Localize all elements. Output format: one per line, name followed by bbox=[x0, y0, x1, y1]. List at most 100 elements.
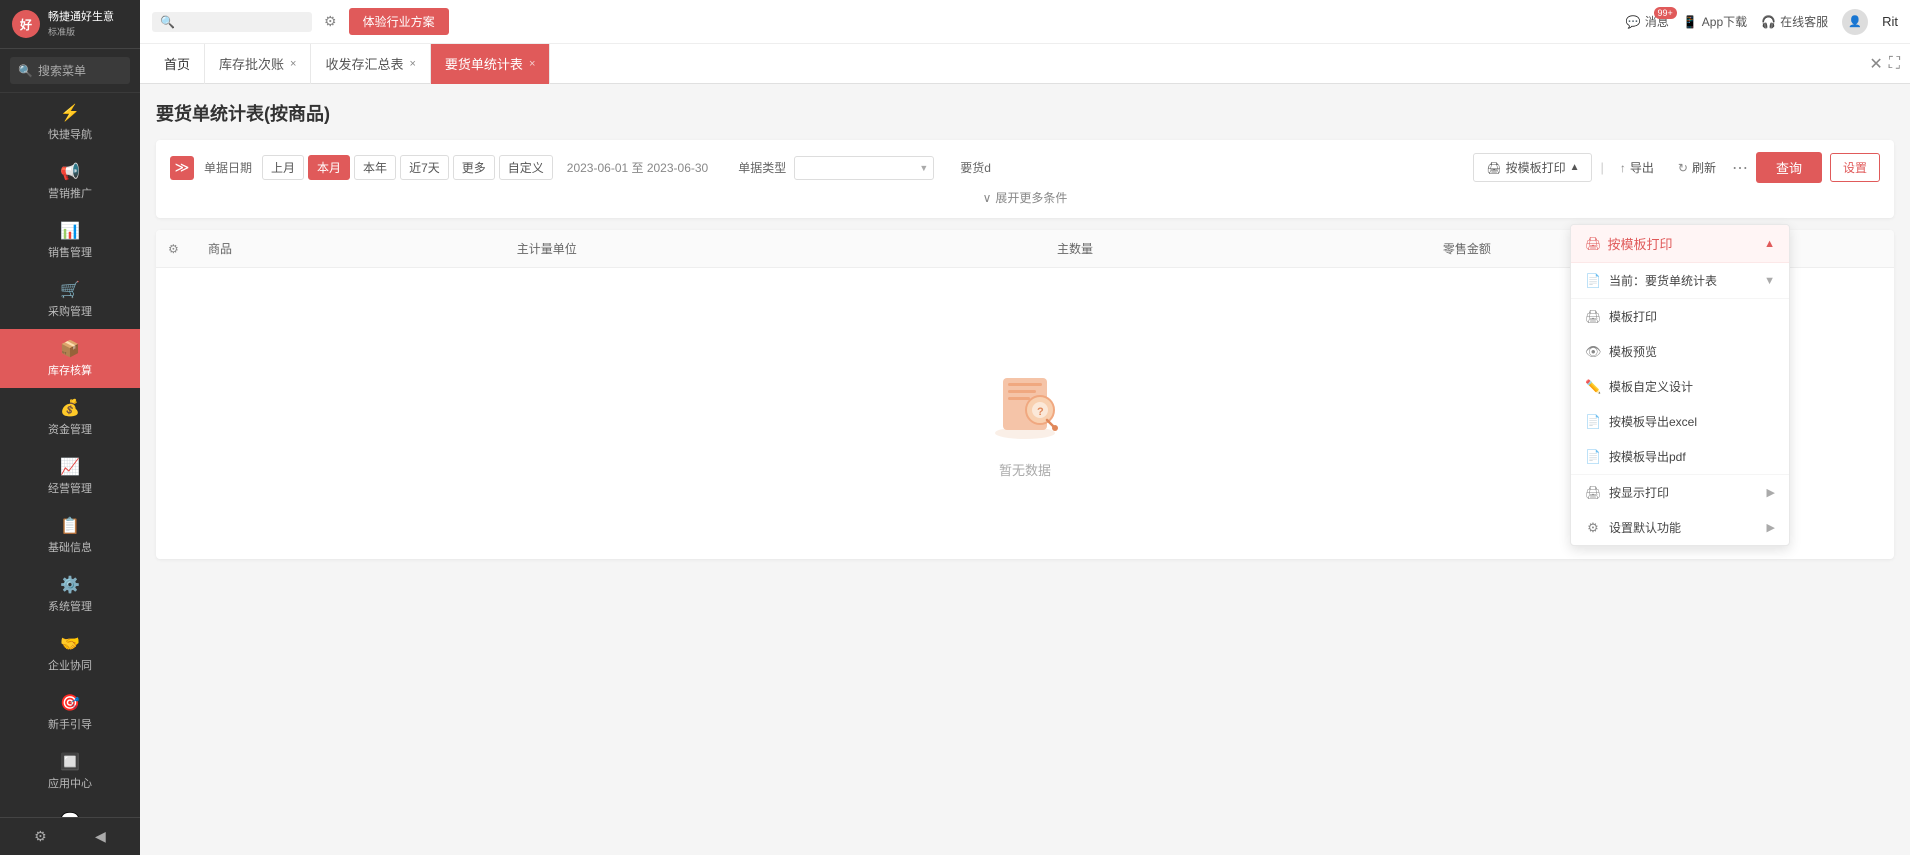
sidebar-item-app-center[interactable]: 🔲 应用中心 bbox=[0, 742, 140, 801]
template-pdf-icon: 📄 bbox=[1585, 449, 1601, 465]
user-avatar[interactable]: 👤 bbox=[1842, 9, 1868, 35]
guide-icon: 🎯 bbox=[60, 693, 80, 713]
sidebar-item-inventory[interactable]: 📦 库存核算 bbox=[0, 329, 140, 388]
sidebar-item-collab[interactable]: 🤝 企业协同 bbox=[0, 624, 140, 683]
default-func-icon: ⚙ bbox=[1585, 520, 1601, 536]
dropdown-item-template-preview[interactable]: 👁 模板预览 bbox=[1571, 334, 1789, 369]
date-btn-7days[interactable]: 近7天 bbox=[400, 155, 449, 180]
export-label: 导出 bbox=[1630, 159, 1654, 176]
template-print-icon: 🖨 bbox=[1585, 309, 1601, 325]
system-icon: ⚙️ bbox=[60, 575, 80, 595]
tab-receivable-summary[interactable]: 收发存汇总表 × bbox=[311, 44, 430, 84]
date-btn-this-year[interactable]: 本年 bbox=[354, 155, 396, 180]
sidebar-item-system[interactable]: ⚙️ 系统管理 bbox=[0, 565, 140, 624]
sidebar: 好 畅捷通好生意 标准版 🔍 搜索菜单 ⚡ 快捷导航 📢 营销推广 📊 销售管理… bbox=[0, 0, 140, 855]
date-btn-this-month[interactable]: 本月 bbox=[308, 155, 350, 180]
tab-batch-account-close-icon[interactable]: × bbox=[290, 58, 296, 70]
page-title: 要货单统计表(按商品) bbox=[156, 100, 1894, 126]
sidebar-item-finance[interactable]: 💰 资金管理 bbox=[0, 388, 140, 447]
col-retail-amount-label: 零售金额 bbox=[1443, 242, 1491, 256]
sidebar-label-sales: 销售管理 bbox=[48, 244, 92, 260]
inventory-icon: 📦 bbox=[60, 339, 80, 359]
tab-batch-account-label: 库存批次账 bbox=[219, 54, 284, 73]
col-quantity: 主数量 bbox=[1045, 230, 1431, 268]
logo-text: 畅捷通好生意 bbox=[48, 10, 114, 24]
message-icon: 💬 bbox=[1626, 15, 1641, 29]
topbar-gear-icon[interactable]: ⚙ bbox=[324, 13, 337, 30]
topbar-search-input[interactable] bbox=[179, 15, 279, 29]
col-goods: 商品 bbox=[196, 230, 505, 268]
print-button[interactable]: 🖨 按模板打印 ▲ bbox=[1473, 153, 1592, 182]
tab-home[interactable]: 首页 bbox=[150, 44, 205, 84]
dropdown-display-print[interactable]: 🖨 按显示打印 ▶ bbox=[1571, 475, 1789, 510]
search-icon: 🔍 bbox=[18, 64, 33, 78]
tab-receivable-summary-close-icon[interactable]: × bbox=[409, 58, 415, 70]
sidebar-item-marketing[interactable]: 📢 营销推广 bbox=[0, 152, 140, 211]
dropdown-header[interactable]: 🖨 按模板打印 ▲ bbox=[1571, 225, 1789, 263]
topbar-search-icon: 🔍 bbox=[160, 15, 175, 29]
dropdown-current-template[interactable]: 📄 当前：要货单统计表 ▼ bbox=[1571, 263, 1789, 299]
date-btn-custom[interactable]: 自定义 bbox=[499, 155, 553, 180]
expand-more-label: 展开更多条件 bbox=[995, 189, 1067, 206]
topbar-search-container[interactable]: 🔍 bbox=[152, 12, 312, 32]
tab-receivable-summary-label: 收发存汇总表 bbox=[325, 54, 403, 73]
filter-expand-button[interactable]: ≫ bbox=[170, 156, 194, 180]
display-print-icon: 🖨 bbox=[1585, 485, 1601, 501]
online-service-button[interactable]: 🎧 在线客服 bbox=[1761, 13, 1828, 30]
action-buttons: 🖨 按模板打印 ▲ | ↑ 导出 ↻ 刷新 ⋯ 查询 设置 bbox=[1473, 152, 1880, 183]
col-unit: 主计量单位 bbox=[505, 230, 1045, 268]
expand-more-row[interactable]: ∨ 展开更多条件 bbox=[170, 183, 1880, 206]
basic-icon: 📋 bbox=[60, 516, 80, 536]
sidebar-search-button[interactable]: 🔍 搜索菜单 bbox=[10, 57, 130, 84]
sidebar-item-operation[interactable]: 📈 经营管理 bbox=[0, 447, 140, 506]
date-btn-last-month[interactable]: 上月 bbox=[262, 155, 304, 180]
tab-order-stats-close-icon[interactable]: × bbox=[529, 58, 535, 70]
purchase-icon: 🛒 bbox=[60, 280, 80, 300]
date-btn-more[interactable]: 更多 bbox=[453, 155, 495, 180]
sidebar-nav: ⚡ 快捷导航 📢 营销推广 📊 销售管理 🛒 采购管理 📦 库存核算 💰 资金管… bbox=[0, 93, 140, 817]
refresh-button[interactable]: ↻ 刷新 bbox=[1670, 154, 1724, 181]
main-area: 🔍 ⚙ 体验行业方案 💬 消息 99+ 📱 App下载 🎧 在线客服 👤 Rit bbox=[140, 0, 1910, 855]
settings-button[interactable]: 设置 bbox=[1830, 153, 1880, 182]
trial-button[interactable]: 体验行业方案 bbox=[349, 8, 449, 35]
dropdown-chevron-icon: ▲ bbox=[1764, 238, 1775, 250]
sidebar-label-collab: 企业协同 bbox=[48, 657, 92, 673]
sidebar-collapse-button[interactable]: ◀ bbox=[95, 828, 106, 845]
default-func-chevron-icon: ▶ bbox=[1767, 521, 1775, 534]
operation-icon: 📈 bbox=[60, 457, 80, 477]
tab-close-all-button[interactable]: ✕ bbox=[1869, 54, 1882, 74]
more-button[interactable]: ⋯ bbox=[1732, 158, 1748, 178]
tab-batch-account[interactable]: 库存批次账 × bbox=[205, 44, 311, 84]
template-pdf-label: 按模板导出pdf bbox=[1609, 448, 1686, 465]
sidebar-search-container[interactable]: 🔍 搜索菜单 bbox=[0, 49, 140, 93]
sidebar-item-quick-nav[interactable]: ⚡ 快捷导航 bbox=[0, 93, 140, 152]
tab-maximize-button[interactable]: ⛶ bbox=[1889, 55, 1900, 73]
template-preview-label: 模板预览 bbox=[1609, 343, 1657, 360]
dropdown-item-template-design[interactable]: ✏️ 模板自定义设计 bbox=[1571, 369, 1789, 404]
type-select[interactable] bbox=[794, 156, 934, 180]
type-select-wrap[interactable] bbox=[794, 156, 934, 180]
dropdown-header-label: 按模板打印 bbox=[1608, 234, 1673, 253]
table-settings-icon[interactable]: ⚙ bbox=[168, 242, 179, 256]
sidebar-item-guide[interactable]: 🎯 新手引导 bbox=[0, 683, 140, 742]
sidebar-item-sales[interactable]: 📊 销售管理 bbox=[0, 211, 140, 270]
sidebar-settings-button[interactable]: ⚙ bbox=[34, 828, 47, 845]
export-button[interactable]: ↑ 导出 bbox=[1612, 154, 1662, 181]
sidebar-label-operation: 经营管理 bbox=[48, 480, 92, 496]
dropdown-item-template-excel[interactable]: 📄 按模板导出excel bbox=[1571, 404, 1789, 439]
tab-order-stats[interactable]: 要货单统计表 × bbox=[431, 44, 550, 84]
sidebar-label-purchase: 采购管理 bbox=[48, 303, 92, 319]
dropdown-item-template-pdf[interactable]: 📄 按模板导出pdf bbox=[1571, 439, 1789, 475]
sidebar-item-enterprise-wx[interactable]: 💬 企业微信 bbox=[0, 801, 140, 817]
sidebar-logo: 好 畅捷通好生意 标准版 bbox=[0, 0, 140, 49]
col-goods-label: 商品 bbox=[208, 242, 232, 256]
query-button[interactable]: 查询 bbox=[1756, 152, 1822, 183]
empty-text: 暂无数据 bbox=[999, 460, 1051, 479]
message-button[interactable]: 💬 消息 99+ bbox=[1626, 13, 1669, 30]
dropdown-default-func[interactable]: ⚙ 设置默认功能 ▶ bbox=[1571, 510, 1789, 545]
sidebar-item-basic[interactable]: 📋 基础信息 bbox=[0, 506, 140, 565]
current-template-left: 📄 当前：要货单统计表 bbox=[1585, 272, 1717, 289]
dropdown-item-template-print[interactable]: 🖨 模板打印 bbox=[1571, 299, 1789, 334]
app-download-button[interactable]: 📱 App下载 bbox=[1683, 13, 1747, 30]
sidebar-item-purchase[interactable]: 🛒 采购管理 bbox=[0, 270, 140, 329]
